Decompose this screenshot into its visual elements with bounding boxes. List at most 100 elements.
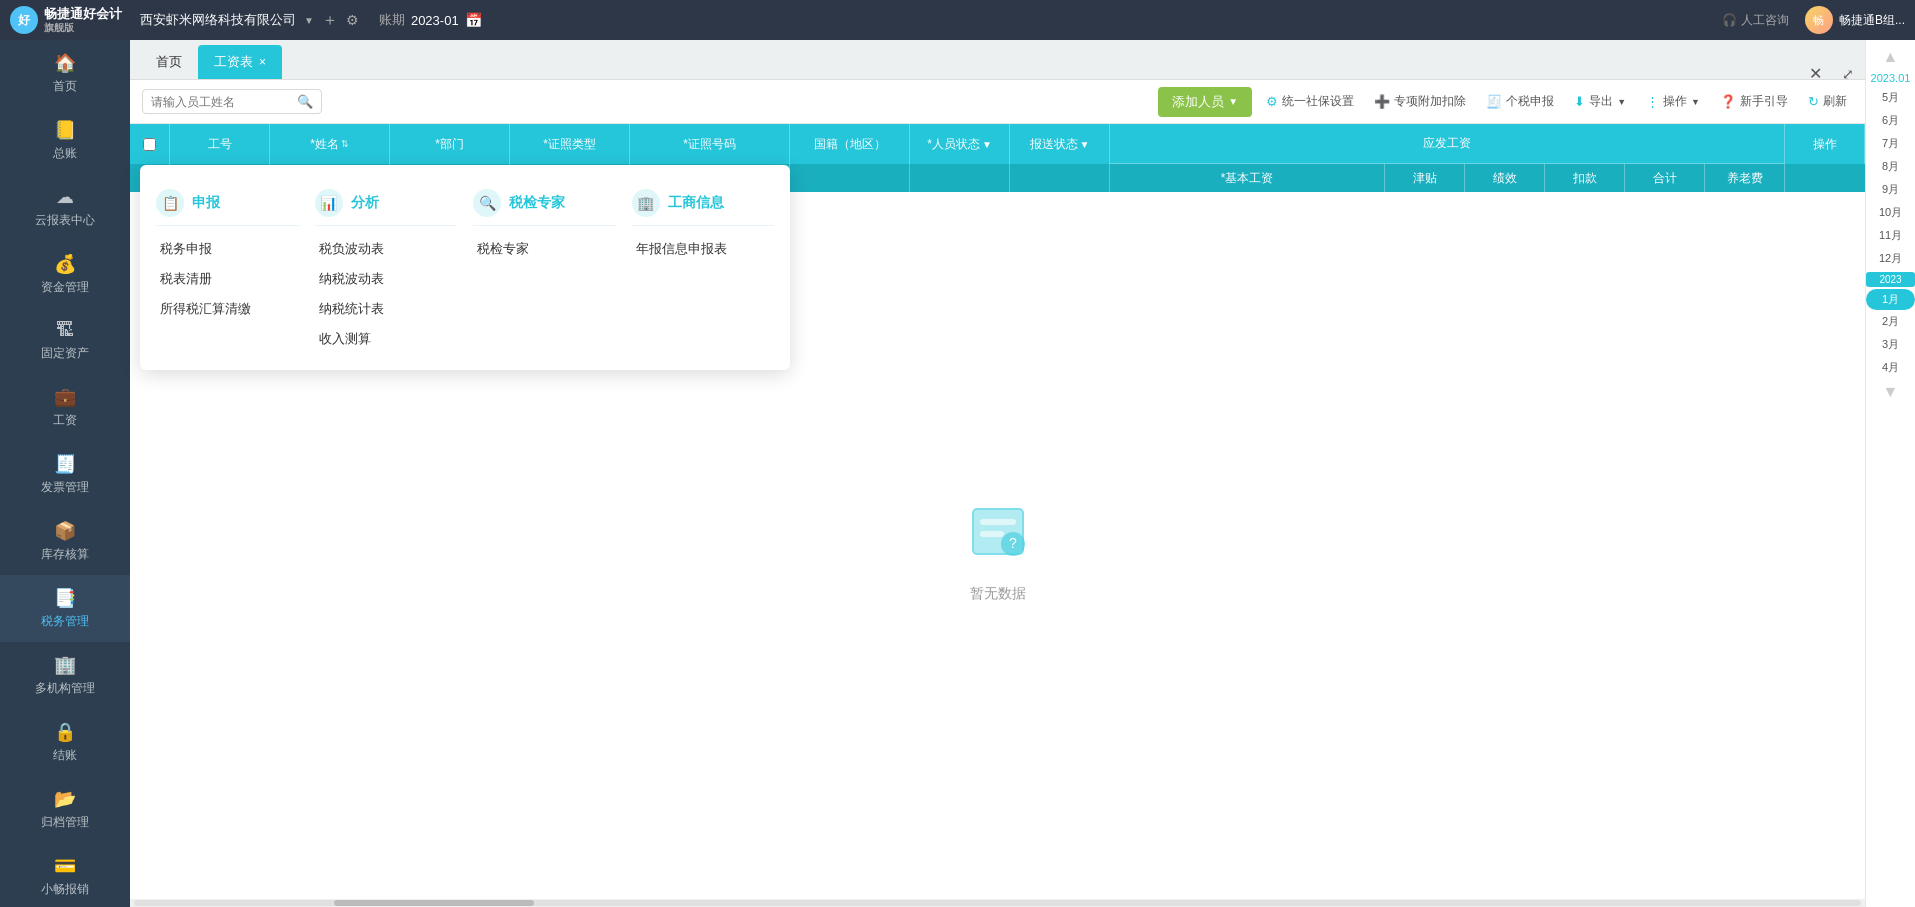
sidebar-item-salary[interactable]: 💼 工资	[0, 374, 130, 441]
dropdown-item-tax-table[interactable]: 税表清册	[156, 264, 299, 294]
unified-social-icon: ⚙	[1266, 94, 1278, 109]
search-input[interactable]	[151, 95, 291, 109]
timeline-month-4[interactable]: 4月	[1866, 356, 1915, 379]
timeline-month-1-active[interactable]: 1月	[1866, 289, 1915, 310]
inventory-icon: 📦	[54, 520, 76, 542]
dropdown-item-tax-payment[interactable]: 纳税波动表	[315, 264, 458, 294]
timeline-month-5[interactable]: 5月	[1866, 86, 1915, 109]
sidebar-item-multi-org[interactable]: 🏢 多机构管理	[0, 642, 130, 709]
timeline-month-10[interactable]: 10月	[1866, 201, 1915, 224]
tax-dropdown-menu: 📋 申报 税务申报 税表清册 所得税汇算清缴 📊 分析 税负波动表 纳税波动表 …	[140, 165, 790, 370]
tab-close-button[interactable]: ×	[259, 55, 266, 69]
sidebar-item-fund[interactable]: 💰 资金管理	[0, 241, 130, 308]
sidebar-item-asset[interactable]: 🏗 固定资产	[0, 308, 130, 374]
special-deduction-label: 专项附加扣除	[1394, 93, 1466, 110]
timeline-up-button[interactable]: ▲	[1879, 44, 1903, 70]
report-status-filter-icon[interactable]: ▼	[1080, 139, 1090, 150]
sidebar-label-multi-org: 多机构管理	[35, 680, 95, 697]
fund-icon: 💰	[54, 253, 76, 275]
th-name[interactable]: *姓名 ⇅	[270, 124, 390, 164]
tab-salary[interactable]: 工资表 ×	[198, 45, 282, 79]
timeline-month-6[interactable]: 6月	[1866, 109, 1915, 132]
sidebar-item-inventory[interactable]: 📦 库存核算	[0, 508, 130, 575]
tab-home[interactable]: 首页	[140, 45, 198, 79]
timeline-month-11[interactable]: 11月	[1866, 224, 1915, 247]
timeline-month-8[interactable]: 8月	[1866, 155, 1915, 178]
company-dropdown-arrow[interactable]: ▼	[304, 15, 314, 26]
close-window-button[interactable]: ✕	[1803, 62, 1828, 85]
support-button[interactable]: 🎧 人工咨询	[1722, 12, 1789, 29]
status-filter-icon[interactable]: ▼	[982, 139, 992, 150]
dropdown-section-business: 🏢 工商信息 年报信息申报表	[632, 181, 775, 354]
sidebar-item-cloud[interactable]: ☁ 云报表中心	[0, 174, 130, 241]
operation-button[interactable]: ⋮ 操作 ▼	[1640, 89, 1706, 114]
dropdown-item-tax-stats[interactable]: 纳税统计表	[315, 294, 458, 324]
th-status[interactable]: *人员状态 ▼	[910, 124, 1010, 164]
timeline-current-year: 2023	[1866, 272, 1915, 287]
refresh-icon: ↻	[1808, 94, 1819, 109]
company-selector[interactable]: 西安虾米网络科技有限公司 ▼	[140, 11, 314, 29]
sidebar-item-ledger[interactable]: 📒 总账	[0, 107, 130, 174]
company-name: 西安虾米网络科技有限公司	[140, 11, 296, 29]
export-arrow: ▼	[1617, 97, 1626, 107]
dropdown-item-tax-expert[interactable]: 税检专家	[473, 234, 616, 264]
sidebar: 🏠 首页 📒 总账 ☁ 云报表中心 💰 资金管理 🏗 固定资产 💼 工资 🧾 发…	[0, 40, 130, 907]
calendar-icon[interactable]: 📅	[465, 12, 482, 28]
dropdown-item-tax-declaration[interactable]: 税务申报	[156, 234, 299, 264]
th-id-type: *证照类型	[510, 124, 630, 164]
add-person-button[interactable]: 添加人员 ▼	[1158, 87, 1252, 117]
support-label: 人工咨询	[1741, 12, 1789, 29]
add-company-button[interactable]: ＋	[322, 10, 338, 31]
sidebar-item-close[interactable]: 🔒 结账	[0, 709, 130, 776]
logo-sub: 旗舰版	[44, 22, 122, 34]
sidebar-label-invoice: 发票管理	[41, 479, 89, 496]
th-total: 合计	[1625, 164, 1705, 192]
personal-tax-button[interactable]: 🧾 个税申报	[1480, 89, 1560, 114]
tab-salary-label: 工资表	[214, 53, 253, 71]
unified-social-button[interactable]: ⚙ 统一社保设置	[1260, 89, 1360, 114]
special-deduction-button[interactable]: ➕ 专项附加扣除	[1368, 89, 1472, 114]
tab-bar: 首页 工资表 ×	[130, 40, 1865, 80]
export-button[interactable]: ⬇ 导出 ▼	[1568, 89, 1632, 114]
timeline-month-3[interactable]: 3月	[1866, 333, 1915, 356]
scrollbar-thumb[interactable]	[334, 900, 534, 906]
dropdown-item-tax-burden[interactable]: 税负波动表	[315, 234, 458, 264]
analysis-section-title: 分析	[351, 194, 379, 212]
th-dept: *部门	[390, 124, 510, 164]
operation-icon: ⋮	[1646, 94, 1659, 109]
search-wrap[interactable]: 🔍	[142, 89, 322, 114]
personal-tax-icon: 🧾	[1486, 94, 1502, 109]
dropdown-item-annual-report[interactable]: 年报信息申报表	[632, 234, 775, 264]
sidebar-item-expense[interactable]: 💳 小畅报销	[0, 843, 130, 907]
timeline-month-7[interactable]: 7月	[1866, 132, 1915, 155]
timeline-month-2[interactable]: 2月	[1866, 310, 1915, 333]
dropdown-item-income-tax-settlement[interactable]: 所得税汇算清缴	[156, 294, 299, 324]
settings-button[interactable]: ⚙	[346, 12, 359, 28]
refresh-button[interactable]: ↻ 刷新	[1802, 89, 1853, 114]
select-all-checkbox[interactable]	[143, 138, 156, 151]
timeline-month-12[interactable]: 12月	[1866, 247, 1915, 270]
timeline-month-9[interactable]: 9月	[1866, 178, 1915, 201]
new-guide-button[interactable]: ❓ 新手引导	[1714, 89, 1794, 114]
sidebar-item-invoice[interactable]: 🧾 发票管理	[0, 441, 130, 508]
name-sort-icon[interactable]: ⇅	[341, 139, 349, 149]
th-checkbox[interactable]	[130, 124, 170, 164]
invoice-icon: 🧾	[54, 453, 76, 475]
period-selector[interactable]: 账期 2023-01 📅	[379, 11, 482, 29]
sidebar-label-salary: 工资	[53, 412, 77, 429]
sidebar-item-home[interactable]: 🏠 首页	[0, 40, 130, 107]
horizontal-scrollbar[interactable]	[130, 899, 1865, 907]
th-ops: 操作	[1785, 124, 1865, 164]
resize-window-button[interactable]: ⤢	[1836, 64, 1860, 84]
dropdown-section-report: 📋 申报 税务申报 税表清册 所得税汇算清缴	[156, 181, 299, 354]
th-report-status[interactable]: 报送状态 ▼	[1010, 124, 1110, 164]
report-section-icon: 📋	[156, 189, 184, 217]
timeline-down-button[interactable]: ▼	[1879, 379, 1903, 405]
dropdown-item-income-forecast[interactable]: 收入测算	[315, 324, 458, 354]
sidebar-item-archive[interactable]: 📂 归档管理	[0, 776, 130, 843]
expert-section-header: 🔍 税检专家	[473, 181, 616, 226]
toolbar: 🔍 添加人员 ▼ ⚙ 统一社保设置 ➕ 专项附加扣除 🧾 个税申报 ⬇ 导出	[130, 80, 1865, 124]
close-icon: 🔒	[54, 721, 76, 743]
sidebar-item-tax[interactable]: 📑 税务管理	[0, 575, 130, 642]
user-menu[interactable]: 畅 畅捷通B组...	[1805, 6, 1905, 34]
